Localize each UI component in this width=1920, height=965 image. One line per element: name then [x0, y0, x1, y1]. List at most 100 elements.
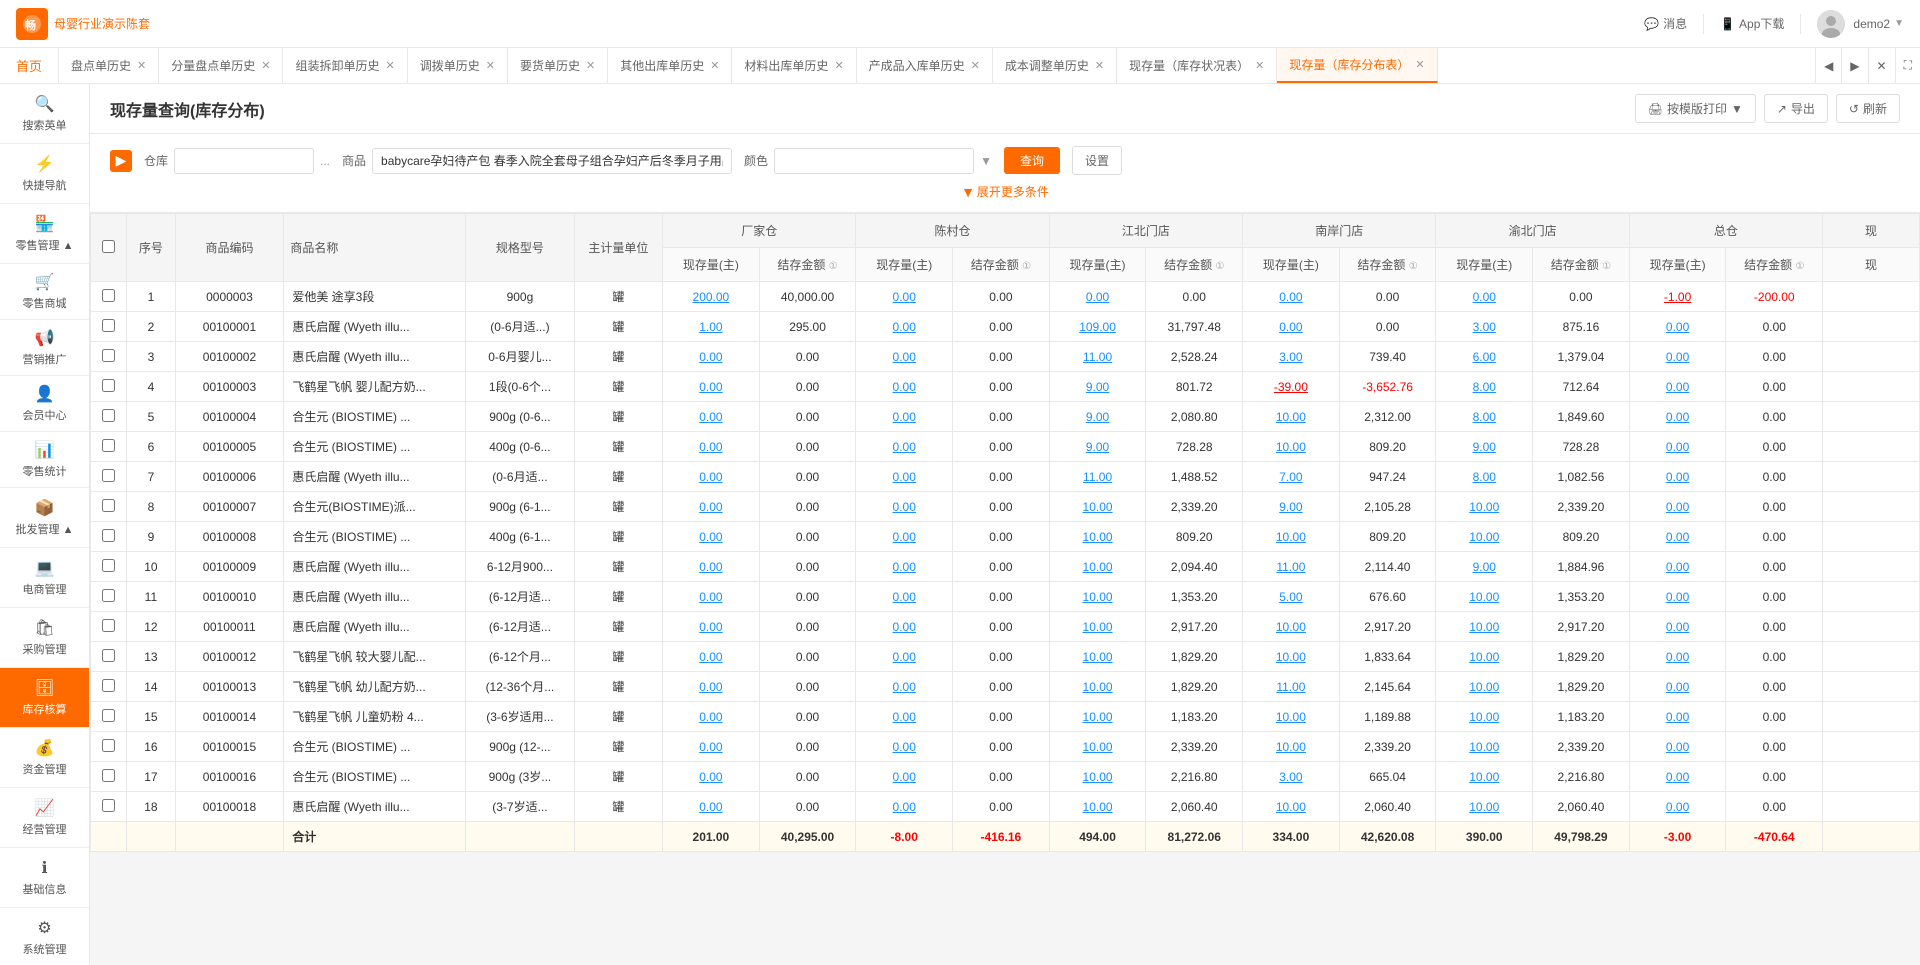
row-checkbox[interactable] — [91, 462, 127, 492]
tab-item[interactable]: 调拨单历史✕ — [408, 48, 508, 83]
row-jiangbei-qty[interactable]: 10.00 — [1049, 582, 1146, 612]
row-zongcang-qty[interactable]: -1.00 — [1629, 282, 1726, 312]
row-select-checkbox[interactable] — [102, 709, 115, 722]
info-icon-2[interactable]: ① — [1022, 261, 1031, 272]
row-select-checkbox[interactable] — [102, 349, 115, 362]
row-chencun-qty[interactable]: 0.00 — [856, 702, 953, 732]
tab-item[interactable]: 产成品入库单历史✕ — [857, 48, 993, 83]
row-zongcang-qty[interactable]: 0.00 — [1629, 312, 1726, 342]
row-jiangbei-qty[interactable]: 11.00 — [1049, 462, 1146, 492]
row-jiangbei-qty[interactable]: 0.00 — [1049, 282, 1146, 312]
row-jiangbei-qty[interactable]: 10.00 — [1049, 792, 1146, 822]
tab-close-icon[interactable]: ✕ — [261, 59, 270, 72]
tab-close-icon[interactable]: ✕ — [1255, 59, 1264, 72]
row-cfjia-qty[interactable]: 0.00 — [663, 642, 760, 672]
row-zongcang-qty[interactable]: 0.00 — [1629, 702, 1726, 732]
row-cfjia-qty[interactable]: 1.00 — [663, 312, 760, 342]
row-cfjia-qty[interactable]: 0.00 — [663, 432, 760, 462]
row-chencun-qty[interactable]: 0.00 — [856, 492, 953, 522]
warehouse-ellipsis[interactable]: ... — [320, 154, 330, 168]
row-cfjia-qty[interactable]: 0.00 — [663, 672, 760, 702]
sidebar-item-快捷导航[interactable]: ⚡快捷导航 — [0, 144, 89, 204]
row-yubei-qty[interactable]: 10.00 — [1436, 492, 1533, 522]
tab-item[interactable]: 组装拆卸单历史✕ — [283, 48, 407, 83]
tab-item[interactable]: 材料出库单历史✕ — [732, 48, 856, 83]
row-checkbox[interactable] — [91, 612, 127, 642]
row-nanan-qty[interactable]: 7.00 — [1243, 462, 1340, 492]
row-yubei-qty[interactable]: 6.00 — [1436, 342, 1533, 372]
row-nanan-qty[interactable]: 3.00 — [1243, 342, 1340, 372]
row-jiangbei-qty[interactable]: 10.00 — [1049, 552, 1146, 582]
tab-close-icon[interactable]: ✕ — [486, 59, 495, 72]
row-select-checkbox[interactable] — [102, 469, 115, 482]
row-yubei-qty[interactable]: 9.00 — [1436, 432, 1533, 462]
tab-fullscreen-btn[interactable]: ⛶ — [1895, 48, 1920, 83]
row-cfjia-qty[interactable]: 0.00 — [663, 582, 760, 612]
row-yubei-qty[interactable]: 10.00 — [1436, 732, 1533, 762]
row-chencun-qty[interactable]: 0.00 — [856, 342, 953, 372]
tab-close-icon[interactable]: ✕ — [1415, 58, 1424, 71]
row-zongcang-qty[interactable]: 0.00 — [1629, 762, 1726, 792]
row-checkbox[interactable] — [91, 582, 127, 612]
row-yubei-qty[interactable]: 10.00 — [1436, 672, 1533, 702]
row-checkbox[interactable] — [91, 372, 127, 402]
tab-item[interactable]: 成本调整单历史✕ — [993, 48, 1117, 83]
row-chencun-qty[interactable]: 0.00 — [856, 402, 953, 432]
row-zongcang-qty[interactable]: 0.00 — [1629, 792, 1726, 822]
row-nanan-qty[interactable]: 11.00 — [1243, 672, 1340, 702]
row-zongcang-qty[interactable]: 0.00 — [1629, 342, 1726, 372]
toggle-expand-btn[interactable]: ▶ — [110, 150, 132, 172]
row-chencun-qty[interactable]: 0.00 — [856, 732, 953, 762]
tab-close-icon[interactable]: ✕ — [710, 59, 719, 72]
row-nanan-qty[interactable]: 10.00 — [1243, 732, 1340, 762]
row-jiangbei-qty[interactable]: 11.00 — [1049, 342, 1146, 372]
row-yubei-qty[interactable]: 10.00 — [1436, 792, 1533, 822]
row-zongcang-qty[interactable]: 0.00 — [1629, 612, 1726, 642]
row-jiangbei-qty[interactable]: 10.00 — [1049, 642, 1146, 672]
row-chencun-qty[interactable]: 0.00 — [856, 372, 953, 402]
tab-prev-btn[interactable]: ◀ — [1815, 48, 1841, 83]
row-zongcang-qty[interactable]: 0.00 — [1629, 492, 1726, 522]
product-input[interactable] — [372, 148, 732, 174]
row-zongcang-qty[interactable]: 0.00 — [1629, 402, 1726, 432]
row-zongcang-qty[interactable]: 0.00 — [1629, 582, 1726, 612]
info-icon-3[interactable]: ① — [1215, 261, 1224, 272]
tab-close-icon[interactable]: ✕ — [1095, 59, 1104, 72]
row-jiangbei-qty[interactable]: 10.00 — [1049, 672, 1146, 702]
row-checkbox[interactable] — [91, 732, 127, 762]
row-cfjia-qty[interactable]: 200.00 — [663, 282, 760, 312]
row-cfjia-qty[interactable]: 0.00 — [663, 702, 760, 732]
query-btn[interactable]: 查询 — [1004, 147, 1060, 174]
sidebar-item-零售管理[interactable]: 🏪零售管理 ▲ — [0, 204, 89, 264]
settings-btn[interactable]: 设置 — [1072, 146, 1122, 175]
row-nanan-qty[interactable]: 10.00 — [1243, 402, 1340, 432]
message-btn[interactable]: 💬 消息 — [1644, 15, 1687, 32]
info-icon-1[interactable]: ① — [829, 261, 838, 272]
row-cfjia-qty[interactable]: 0.00 — [663, 732, 760, 762]
row-select-checkbox[interactable] — [102, 619, 115, 632]
sidebar-item-基础信息[interactable]: ℹ基础信息 — [0, 848, 89, 908]
user-area[interactable]: demo2 ▼ — [1817, 10, 1904, 38]
row-nanan-qty[interactable]: 10.00 — [1243, 642, 1340, 672]
row-zongcang-qty[interactable]: 0.00 — [1629, 522, 1726, 552]
row-nanan-qty[interactable]: 10.00 — [1243, 612, 1340, 642]
info-icon-5[interactable]: ① — [1602, 261, 1611, 272]
tab-close-icon[interactable]: ✕ — [586, 59, 595, 72]
sidebar-item-搜索英单[interactable]: 🔍搜索英单 — [0, 84, 89, 144]
row-chencun-qty[interactable]: 0.00 — [856, 642, 953, 672]
row-cfjia-qty[interactable]: 0.00 — [663, 462, 760, 492]
sidebar-item-会员中心[interactable]: 👤会员中心 — [0, 376, 89, 432]
row-nanan-qty[interactable]: 0.00 — [1243, 312, 1340, 342]
row-checkbox[interactable] — [91, 792, 127, 822]
app-download-btn[interactable]: 📱 App下载 — [1720, 15, 1784, 32]
row-checkbox[interactable] — [91, 552, 127, 582]
info-icon-6[interactable]: ① — [1795, 261, 1804, 272]
row-jiangbei-qty[interactable]: 10.00 — [1049, 492, 1146, 522]
row-select-checkbox[interactable] — [102, 529, 115, 542]
row-yubei-qty[interactable]: 3.00 — [1436, 312, 1533, 342]
row-zongcang-qty[interactable]: 0.00 — [1629, 462, 1726, 492]
row-select-checkbox[interactable] — [102, 799, 115, 812]
row-jiangbei-qty[interactable]: 9.00 — [1049, 432, 1146, 462]
tab-close-icon[interactable]: ✕ — [137, 59, 146, 72]
row-yubei-qty[interactable]: 10.00 — [1436, 522, 1533, 552]
